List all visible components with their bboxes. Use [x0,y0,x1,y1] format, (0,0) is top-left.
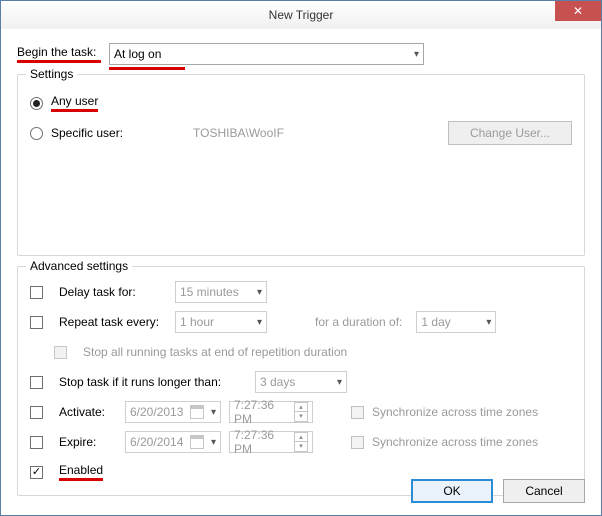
specific-user-radio[interactable] [30,127,43,140]
expire-date-value: 6/20/2014 [130,435,183,449]
delay-value: 15 minutes [180,285,239,299]
expire-sync-label: Synchronize across time zones [372,435,538,449]
chevron-down-icon: ▾ [257,317,262,328]
specific-user-value: TOSHIBA\WooIF [193,126,284,140]
delay-checkbox[interactable] [30,286,43,299]
window-title: New Trigger [269,8,334,22]
delay-combo[interactable]: 15 minutes ▾ [175,281,267,303]
dialog-footer: OK Cancel [411,479,585,503]
duration-combo[interactable]: 1 day ▾ [416,311,496,333]
expire-time[interactable]: 7:27:36 PM ▴ ▾ [229,431,313,453]
delay-row: Delay task for: 15 minutes ▾ [30,277,572,307]
chevron-up-icon: ▴ [294,432,308,442]
any-user-label: Any user [51,94,98,112]
change-user-label: Change User... [470,126,550,140]
advanced-settings-group: Advanced settings Delay task for: 15 min… [17,266,585,496]
delay-label: Delay task for: [59,285,167,299]
check-icon: ✓ [32,467,41,478]
duration-value: 1 day [421,315,450,329]
chevron-down-icon: ▾ [486,317,491,328]
stop-if-row: Stop task if it runs longer than: 3 days… [30,367,572,397]
enabled-checkbox[interactable]: ✓ [30,466,43,479]
change-user-button[interactable]: Change User... [448,121,572,145]
expire-sync-checkbox [351,436,364,449]
chevron-down-icon: ▾ [294,442,308,452]
calendar-icon [190,435,204,449]
activate-sync-row: Synchronize across time zones [351,405,538,419]
repeat-checkbox[interactable] [30,316,43,329]
cancel-button[interactable]: Cancel [503,479,585,503]
begin-task-value: At log on [114,47,161,61]
expire-row: Expire: 6/20/2014 ▾ 7:27:36 PM ▴ ▾ Synch… [30,427,572,457]
activate-checkbox[interactable] [30,406,43,419]
begin-task-label: Begin the task: [17,45,101,63]
begin-task-row: Begin the task: At log on ▾ [17,43,585,65]
activate-date[interactable]: 6/20/2013 ▾ [125,401,221,423]
activate-time-value: 7:27:36 PM [234,398,290,426]
advanced-legend: Advanced settings [26,259,132,273]
duration-label: for a duration of: [315,315,402,329]
calendar-icon [190,405,204,419]
specific-user-row: Specific user: TOSHIBA\WooIF Change User… [30,121,572,145]
any-user-radio[interactable] [30,97,43,110]
any-user-row: Any user [30,91,572,115]
activate-row: Activate: 6/20/2013 ▾ 7:27:36 PM ▴ ▾ Syn… [30,397,572,427]
stop-all-label: Stop all running tasks at end of repetit… [83,345,347,359]
activate-date-value: 6/20/2013 [130,405,183,419]
time-spinner[interactable]: ▴ ▾ [294,432,308,452]
activate-time[interactable]: 7:27:36 PM ▴ ▾ [229,401,313,423]
specific-user-label: Specific user: [51,126,123,140]
cancel-label: Cancel [525,484,562,498]
stop-if-combo[interactable]: 3 days ▾ [255,371,347,393]
activate-label: Activate: [59,405,117,419]
ok-button[interactable]: OK [411,479,493,503]
chevron-up-icon: ▴ [294,402,308,412]
activate-sync-label: Synchronize across time zones [372,405,538,419]
settings-group: Settings Any user Specific user: TOSHIBA… [17,74,585,256]
chevron-down-icon: ▾ [211,407,216,418]
chevron-down-icon: ▾ [337,377,342,388]
ok-label: OK [443,484,460,498]
chevron-down-icon: ▾ [211,437,216,448]
stop-if-checkbox[interactable] [30,376,43,389]
expire-date[interactable]: 6/20/2014 ▾ [125,431,221,453]
highlight-underline [109,67,185,70]
repeat-row: Repeat task every: 1 hour ▾ for a durati… [30,307,572,337]
stop-if-label: Stop task if it runs longer than: [59,375,247,389]
dialog-window: New Trigger ✕ Begin the task: At log on … [0,0,602,516]
stop-all-row: Stop all running tasks at end of repetit… [54,337,572,367]
repeat-label: Repeat task every: [59,315,167,329]
chevron-down-icon: ▾ [257,287,262,298]
expire-time-value: 7:27:36 PM [234,428,290,456]
stop-if-value: 3 days [260,375,295,389]
time-spinner[interactable]: ▴ ▾ [294,402,308,422]
chevron-down-icon: ▾ [294,412,308,422]
close-button[interactable]: ✕ [555,1,601,21]
expire-checkbox[interactable] [30,436,43,449]
dialog-content: Begin the task: At log on ▾ Settings Any… [1,29,601,516]
repeat-value: 1 hour [180,315,214,329]
title-bar: New Trigger ✕ [1,1,601,29]
chevron-down-icon: ▾ [414,49,419,60]
enabled-label: Enabled [59,463,103,481]
expire-label: Expire: [59,435,117,449]
begin-task-select[interactable]: At log on ▾ [109,43,424,65]
radio-dot-icon [33,100,40,107]
expire-sync-row: Synchronize across time zones [351,435,538,449]
close-icon: ✕ [573,5,583,17]
activate-sync-checkbox [351,406,364,419]
repeat-combo[interactable]: 1 hour ▾ [175,311,267,333]
settings-legend: Settings [26,67,77,81]
stop-all-checkbox [54,346,67,359]
